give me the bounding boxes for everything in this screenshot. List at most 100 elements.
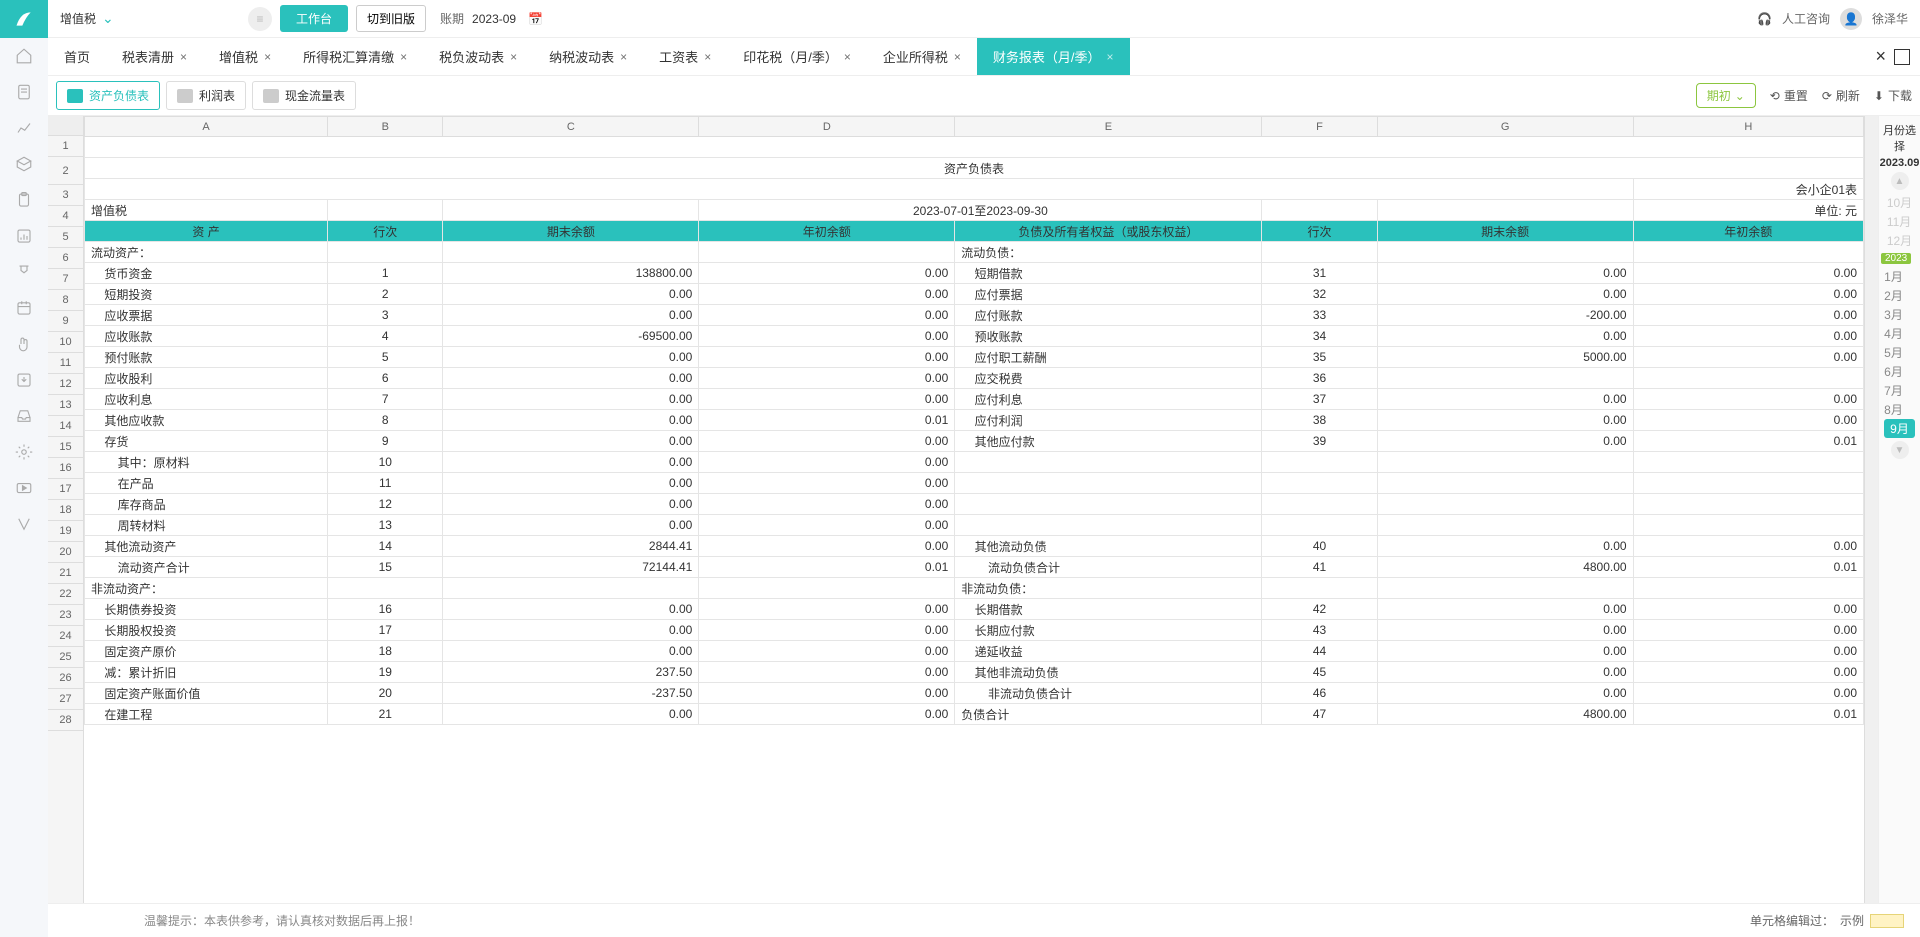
cell[interactable]: 固定资产原价	[85, 641, 328, 662]
cell[interactable]	[85, 179, 1634, 200]
cell[interactable]: 其他应付款	[955, 431, 1262, 452]
cell[interactable]: 0.00	[699, 368, 955, 389]
cell[interactable]: 19	[328, 662, 443, 683]
cell[interactable]: 非流动负债：	[955, 578, 1262, 599]
cell[interactable]: 0.00	[1633, 620, 1863, 641]
cell[interactable]: 31	[1262, 263, 1377, 284]
workspace-button[interactable]: 工作台	[280, 5, 348, 32]
cell[interactable]: 0.00	[443, 494, 699, 515]
cell[interactable]	[1633, 578, 1863, 599]
cell[interactable]: 期末余额	[1377, 221, 1633, 242]
cell[interactable]: 长期股权投资	[85, 620, 328, 641]
cell[interactable]	[1377, 494, 1633, 515]
cell[interactable]: 36	[1262, 368, 1377, 389]
cell[interactable]	[699, 578, 955, 599]
cell[interactable]	[1633, 368, 1863, 389]
cell[interactable]: 非流动负债合计	[955, 683, 1262, 704]
cell[interactable]: 3	[328, 305, 443, 326]
cell[interactable]: 应付职工薪酬	[955, 347, 1262, 368]
cell[interactable]	[1377, 578, 1633, 599]
cell[interactable]: 0.00	[1633, 662, 1863, 683]
cell[interactable]: 0.00	[699, 452, 955, 473]
cell[interactable]: -200.00	[1377, 305, 1633, 326]
close-icon[interactable]: ×	[954, 50, 961, 64]
consult-link[interactable]: 人工咨询	[1782, 10, 1830, 27]
cell[interactable]: 0.00	[1633, 389, 1863, 410]
cell[interactable]: 11	[328, 473, 443, 494]
nav-v-icon[interactable]	[0, 506, 48, 542]
cell[interactable]: 0.00	[443, 389, 699, 410]
close-all-tabs-icon[interactable]: ×	[1875, 46, 1886, 67]
cell[interactable]: 应付利息	[955, 389, 1262, 410]
cell[interactable]: 0.01	[1633, 431, 1863, 452]
cell[interactable]: 13	[328, 515, 443, 536]
cell[interactable]: 0.01	[699, 557, 955, 578]
cell[interactable]: 0.00	[699, 683, 955, 704]
cell[interactable]: -237.50	[443, 683, 699, 704]
cell[interactable]: 21	[328, 704, 443, 725]
cell[interactable]: 单位: 元	[1633, 200, 1863, 221]
cell[interactable]: 0.00	[699, 662, 955, 683]
row-header[interactable]: 19	[48, 521, 83, 542]
cell[interactable]: 其中：原材料	[85, 452, 328, 473]
tab[interactable]: 增值税×	[203, 38, 287, 75]
cell[interactable]	[328, 578, 443, 599]
cell[interactable]: 16	[328, 599, 443, 620]
cell[interactable]: 33	[1262, 305, 1377, 326]
cell[interactable]: 15	[328, 557, 443, 578]
cell[interactable]: 38	[1262, 410, 1377, 431]
cell[interactable]	[955, 494, 1262, 515]
cell[interactable]: 0.00	[1633, 263, 1863, 284]
cell[interactable]	[955, 515, 1262, 536]
close-icon[interactable]: ×	[510, 50, 517, 64]
cell[interactable]: 20	[328, 683, 443, 704]
cell[interactable]: 72144.41	[443, 557, 699, 578]
nav-tax-icon[interactable]	[0, 254, 48, 290]
row-header[interactable]: 6	[48, 248, 83, 269]
cell[interactable]	[443, 200, 699, 221]
cell[interactable]: 0.00	[1377, 641, 1633, 662]
cell[interactable]: 37	[1262, 389, 1377, 410]
cell[interactable]: 0.00	[443, 347, 699, 368]
close-icon[interactable]: ×	[844, 50, 851, 64]
tab[interactable]: 首页	[48, 38, 106, 75]
col-header[interactable]: E	[955, 117, 1262, 137]
nav-video-icon[interactable]	[0, 470, 48, 506]
row-header[interactable]: 28	[48, 710, 83, 731]
tab[interactable]: 企业所得税×	[867, 38, 977, 75]
cell[interactable]: 0.01	[699, 410, 955, 431]
cell[interactable]: 0.00	[1633, 599, 1863, 620]
cell[interactable]: 0.00	[443, 368, 699, 389]
cell[interactable]: 2	[328, 284, 443, 305]
cell[interactable]: 资 产	[85, 221, 328, 242]
cell[interactable]	[1262, 494, 1377, 515]
close-icon[interactable]: ×	[400, 50, 407, 64]
cell[interactable]: 短期借款	[955, 263, 1262, 284]
cell[interactable]	[443, 242, 699, 263]
username[interactable]: 徐泽华	[1872, 10, 1908, 27]
cell[interactable]: 0.00	[443, 599, 699, 620]
cell[interactable]: 年初余额	[699, 221, 955, 242]
tab[interactable]: 财务报表（月/季）×	[977, 38, 1130, 75]
cell[interactable]: 0.00	[1377, 389, 1633, 410]
nav-chart-icon[interactable]	[0, 110, 48, 146]
cell[interactable]: -69500.00	[443, 326, 699, 347]
cell[interactable]	[1262, 452, 1377, 473]
cell[interactable]: 32	[1262, 284, 1377, 305]
cell[interactable]	[1633, 452, 1863, 473]
tab[interactable]: 印花税（月/季）×	[727, 38, 867, 75]
cell[interactable]: 应收利息	[85, 389, 328, 410]
cell[interactable]: 0.00	[1633, 641, 1863, 662]
cell[interactable]: 237.50	[443, 662, 699, 683]
cell[interactable]: 8	[328, 410, 443, 431]
row-header[interactable]: 15	[48, 437, 83, 458]
cell[interactable]: 长期债券投资	[85, 599, 328, 620]
avatar-icon[interactable]: 👤	[1840, 8, 1862, 30]
row-header[interactable]: 18	[48, 500, 83, 521]
fullscreen-icon[interactable]	[1894, 49, 1910, 65]
cell[interactable]: 0.00	[699, 704, 955, 725]
cell[interactable]: 0.00	[699, 431, 955, 452]
row-header[interactable]: 2	[48, 157, 83, 185]
cell[interactable]: 应交税费	[955, 368, 1262, 389]
cell[interactable]	[1633, 473, 1863, 494]
